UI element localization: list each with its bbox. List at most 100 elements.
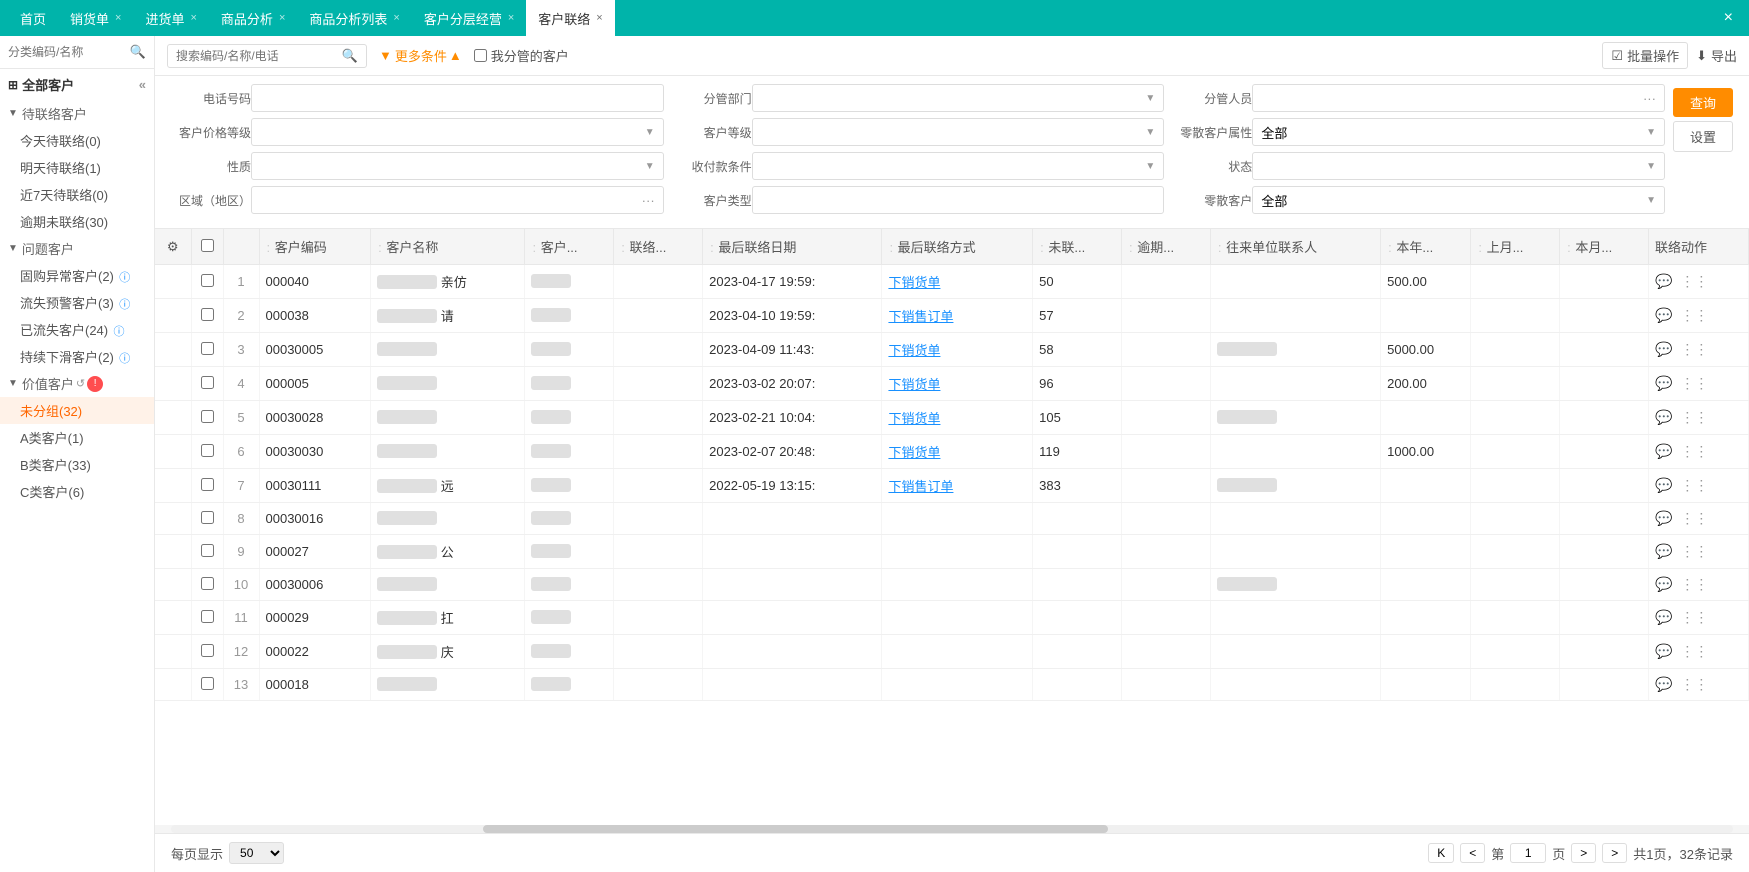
reset-button[interactable]: 设置 [1673, 121, 1733, 152]
close-product-analysis-tab[interactable]: × [279, 12, 285, 24]
close-all-tabs[interactable]: × [1716, 9, 1741, 27]
more-action-icon[interactable]: ⋮⋮ [1680, 543, 1708, 560]
call-icon[interactable]: 💬 [1655, 609, 1672, 626]
manager-dots[interactable]: ··· [1643, 91, 1656, 106]
close-customer-segmentation-tab[interactable]: × [508, 12, 514, 24]
horizontal-scrollbar[interactable] [171, 825, 1733, 833]
manager-select[interactable]: ··· [1252, 84, 1665, 112]
sidebar-collapse-btn[interactable]: « [139, 77, 146, 92]
row-check[interactable] [191, 333, 223, 367]
prev-page-btn[interactable]: < [1460, 843, 1485, 863]
call-icon[interactable]: 💬 [1655, 543, 1672, 560]
row-check[interactable] [191, 569, 223, 601]
my-customers-check[interactable] [474, 49, 487, 62]
select-all-checkbox[interactable] [201, 239, 214, 252]
batch-operation-btn[interactable]: ☑ 批量操作 [1602, 42, 1688, 69]
phone-input[interactable] [251, 84, 664, 112]
more-action-icon[interactable]: ⋮⋮ [1680, 609, 1708, 626]
contact-method-link[interactable]: 下销货单 [888, 445, 940, 460]
row-check[interactable] [191, 435, 223, 469]
call-icon[interactable]: 💬 [1655, 273, 1672, 290]
call-icon[interactable]: 💬 [1655, 477, 1672, 494]
sidebar-item-ungrouped[interactable]: 未分组(32) [0, 397, 154, 424]
tab-purchase[interactable]: 进货单 × [133, 0, 208, 36]
search-icon[interactable]: 🔍 [342, 48, 358, 64]
sidebar-group-problem[interactable]: ▼ 问题客户 [0, 235, 154, 262]
status-select[interactable]: ▼ [1252, 152, 1665, 180]
dept-select[interactable]: ▼ [752, 84, 1165, 112]
more-action-icon[interactable]: ⋮⋮ [1680, 409, 1708, 426]
row-check[interactable] [191, 601, 223, 635]
col-settings[interactable]: ⚙ [155, 229, 191, 265]
more-conditions-btn[interactable]: ▼ 更多条件 ▲ [379, 46, 462, 65]
region-select[interactable]: ··· [251, 186, 664, 214]
scrollbar-thumb[interactable] [483, 825, 1108, 833]
price-level-select[interactable]: ▼ [251, 118, 664, 146]
row-check[interactable] [191, 401, 223, 435]
more-action-icon[interactable]: ⋮⋮ [1680, 341, 1708, 358]
more-action-icon[interactable]: ⋮⋮ [1680, 643, 1708, 660]
more-action-icon[interactable]: ⋮⋮ [1680, 510, 1708, 527]
sidebar-search-icon[interactable]: 🔍 [130, 44, 146, 60]
contact-method-link[interactable]: 下销货单 [888, 411, 940, 426]
customer-type-input[interactable] [752, 186, 1165, 214]
query-button[interactable]: 查询 [1673, 88, 1733, 117]
sidebar-item-week-pending[interactable]: 近7天待联络(0) [0, 181, 154, 208]
export-btn[interactable]: ⬇ 导出 [1696, 42, 1737, 69]
my-customers-checkbox[interactable]: 我分管的客户 [474, 46, 569, 65]
retail-customer-select[interactable]: 全部 ▼ [1252, 186, 1665, 214]
sidebar-item-tomorrow-pending[interactable]: 明天待联络(1) [0, 154, 154, 181]
page-number-input[interactable] [1510, 843, 1546, 863]
more-action-icon[interactable]: ⋮⋮ [1680, 576, 1708, 593]
call-icon[interactable]: 💬 [1655, 643, 1672, 660]
row-check[interactable] [191, 469, 223, 503]
call-icon[interactable]: 💬 [1655, 307, 1672, 324]
contact-method-link[interactable]: 下销货单 [888, 377, 940, 392]
page-size-select[interactable]: 50 100 [229, 842, 284, 864]
close-purchase-tab[interactable]: × [190, 12, 196, 24]
close-sales-tab[interactable]: × [115, 12, 121, 24]
close-product-analysis-list-tab[interactable]: × [393, 12, 399, 24]
call-icon[interactable]: 💬 [1655, 510, 1672, 527]
row-check[interactable] [191, 299, 223, 333]
sidebar-item-overdue[interactable]: 逾期未联络(30) [0, 208, 154, 235]
call-icon[interactable]: 💬 [1655, 341, 1672, 358]
sidebar-group-pending[interactable]: ▼ 待联络客户 [0, 100, 154, 127]
call-icon[interactable]: 💬 [1655, 409, 1672, 426]
col-check[interactable] [191, 229, 223, 265]
more-action-icon[interactable]: ⋮⋮ [1680, 375, 1708, 392]
payment-select[interactable]: ▼ [752, 152, 1165, 180]
tab-product-analysis[interactable]: 商品分析 × [209, 0, 297, 36]
more-action-icon[interactable]: ⋮⋮ [1680, 273, 1708, 290]
sidebar-item-class-c[interactable]: C类客户(6) [0, 478, 154, 505]
sidebar-item-class-a[interactable]: A类客户(1) [0, 424, 154, 451]
search-input[interactable] [176, 49, 342, 63]
sidebar-search-input[interactable] [8, 45, 130, 59]
sidebar-item-lost[interactable]: 已流失客户(24) ⓘ [0, 316, 154, 343]
call-icon[interactable]: 💬 [1655, 676, 1672, 693]
contact-method-link[interactable]: 下销货单 [888, 275, 940, 290]
call-icon[interactable]: 💬 [1655, 576, 1672, 593]
more-action-icon[interactable]: ⋮⋮ [1680, 443, 1708, 460]
row-check[interactable] [191, 265, 223, 299]
sidebar-item-today-pending[interactable]: 今天待联络(0) [0, 127, 154, 154]
row-check[interactable] [191, 503, 223, 535]
row-check[interactable] [191, 367, 223, 401]
more-action-icon[interactable]: ⋮⋮ [1680, 676, 1708, 693]
first-page-btn[interactable]: K [1428, 843, 1454, 863]
sidebar-item-abnormal[interactable]: 固购异常客户(2) ⓘ [0, 262, 154, 289]
contact-method-link[interactable]: 下销售订单 [888, 479, 953, 494]
next-page-btn[interactable]: > [1571, 843, 1596, 863]
region-dots[interactable]: ··· [642, 193, 655, 208]
contact-method-link[interactable]: 下销货单 [888, 343, 940, 358]
more-action-icon[interactable]: ⋮⋮ [1680, 307, 1708, 324]
more-action-icon[interactable]: ⋮⋮ [1680, 477, 1708, 494]
all-customers-header[interactable]: ⊞ 全部客户 « [0, 69, 154, 100]
retail-attr-select[interactable]: 全部 ▼ [1252, 118, 1665, 146]
row-check[interactable] [191, 535, 223, 569]
sidebar-item-churn-warning[interactable]: 流失预警客户(3) ⓘ [0, 289, 154, 316]
call-icon[interactable]: 💬 [1655, 443, 1672, 460]
row-check[interactable] [191, 635, 223, 669]
tab-customer-contact[interactable]: 客户联络 × [526, 0, 614, 36]
sidebar-item-class-b[interactable]: B类客户(33) [0, 451, 154, 478]
